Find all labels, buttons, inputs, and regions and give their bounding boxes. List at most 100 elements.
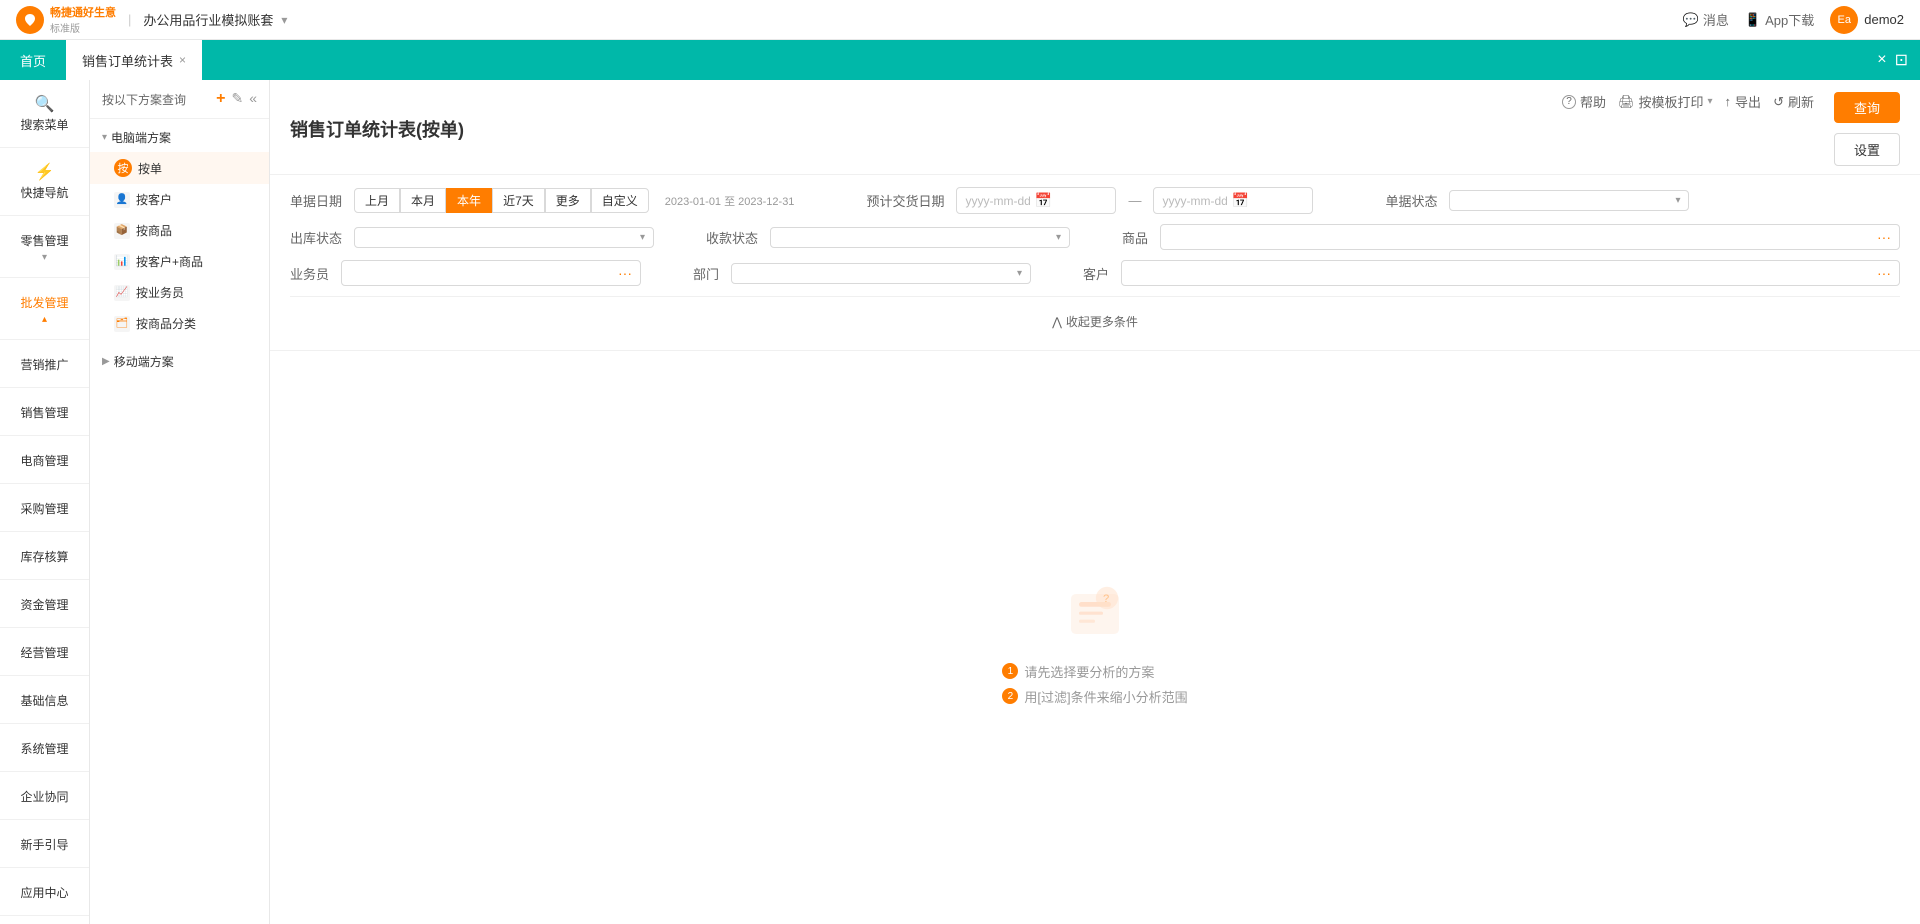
logo-area: 畅捷通好生意 标准版 [16, 4, 116, 35]
date-placeholder-1: yyyy-mm-dd [965, 194, 1030, 208]
set-button[interactable]: 设置 [1834, 133, 1900, 166]
sidebar-item-operations[interactable]: 经营管理 [0, 628, 89, 676]
content-area: 按以下方案查询 + ✎ « ▾ 电脑端方案 按 按单 👤 [90, 80, 1920, 924]
app-download-icon: 📱 [1745, 12, 1761, 28]
sidebar-item-basics[interactable]: 基础信息 [0, 676, 89, 724]
department-select[interactable]: ▾ [731, 263, 1031, 284]
by-order-icon: 按 [114, 159, 132, 177]
expected-delivery-label: 预计交货日期 [866, 191, 944, 210]
goods-input[interactable]: ··· [1160, 224, 1900, 250]
this-month-btn[interactable]: 本月 [400, 188, 446, 213]
export-btn[interactable]: ↑ 导出 [1725, 92, 1762, 111]
sidebar-item-wholesale[interactable]: 批发管理 ▴ [0, 278, 89, 340]
plan-group-pc-label: 电脑端方案 [111, 129, 171, 146]
sidebar-item-newbie[interactable]: 新手引导 [0, 820, 89, 868]
custom-btn[interactable]: 自定义 [591, 188, 649, 213]
plan-item-by-product[interactable]: 📦 按商品 [90, 215, 269, 246]
plan-item-by-order[interactable]: 按 按单 [90, 152, 269, 184]
filter-row-2: 出库状态 ▾ 收款状态 ▾ 商品 ··· [290, 224, 1900, 250]
by-salesperson-label: 按业务员 [136, 284, 184, 301]
delivery-date-end[interactable]: yyyy-mm-dd 📅 [1153, 187, 1313, 214]
add-plan-btn[interactable]: + [216, 90, 225, 108]
sidebar-item-app-center[interactable]: 应用中心 [0, 868, 89, 916]
refresh-btn[interactable]: ↺ 刷新 [1773, 92, 1814, 111]
sidebar-item-finance[interactable]: 资金管理 [0, 580, 89, 628]
sidebar-item-marketing[interactable]: 营销推广 [0, 340, 89, 388]
user-area[interactable]: Ea demo2 [1830, 6, 1904, 34]
last-7-days-btn[interactable]: 近7天 [492, 188, 545, 213]
status-dropdown-arrow: ▾ [1675, 195, 1680, 206]
pay-status-label: 收款状态 [706, 228, 758, 247]
filter-row-1: 单据日期 上月 本月 本年 近7天 更多 自定义 2023-01-01 至 20… [290, 187, 1900, 214]
help-icon: ? [1562, 95, 1576, 109]
message-btn[interactable]: 💬 消息 [1683, 10, 1729, 29]
sidebar-item-retail[interactable]: 零售管理 ▾ [0, 216, 89, 278]
empty-tip-1: 1 请先选择要分析的方案 [1002, 662, 1187, 681]
left-panel-actions: + ✎ « [216, 90, 257, 108]
status-select[interactable]: ▾ [1449, 190, 1689, 211]
window-close-icon[interactable]: × [1877, 51, 1886, 69]
collapse-row: ⋀ 收起更多条件 [290, 296, 1900, 338]
sidebar-item-ecommerce[interactable]: 电商管理 [0, 436, 89, 484]
window-maximize-icon[interactable]: ⊡ [1895, 50, 1908, 70]
sidebar-item-inventory[interactable]: 库存核算 [0, 532, 89, 580]
last-month-btn[interactable]: 上月 [354, 188, 400, 213]
date-btns: 上月 本月 本年 近7天 更多 自定义 [354, 188, 649, 213]
group-expand-arrow: ▾ [102, 132, 107, 143]
ship-status-select[interactable]: ▾ [354, 227, 654, 248]
edit-plan-btn[interactable]: ✎ [231, 90, 243, 108]
pay-status-arrow: ▾ [1056, 232, 1061, 243]
sidebar-item-enterprise[interactable]: 企业协同 [0, 772, 89, 820]
plan-item-by-customer-product[interactable]: 📊 按客户+商品 [90, 246, 269, 277]
help-btn[interactable]: ? 帮助 [1562, 92, 1606, 111]
left-panel: 按以下方案查询 + ✎ « ▾ 电脑端方案 按 按单 👤 [90, 80, 270, 924]
plan-group-mobile-header[interactable]: ▶ 移动端方案 [90, 347, 269, 376]
by-customer-product-label: 按客户+商品 [136, 253, 203, 270]
sidebar-item-quick-nav[interactable]: ⚡ 快捷导航 [0, 148, 89, 216]
sidebar-item-search-menu[interactable]: 🔍 搜索菜单 [0, 80, 89, 148]
plan-group-mobile: ▶ 移动端方案 [90, 343, 269, 380]
sidebar-item-system[interactable]: 系统管理 [0, 724, 89, 772]
plan-item-by-salesperson[interactable]: 📈 按业务员 [90, 277, 269, 308]
plan-group-pc: ▾ 电脑端方案 按 按单 👤 按客户 📦 按商品 📊 按客户+ [90, 119, 269, 343]
sidebar-item-purchase[interactable]: 采购管理 [0, 484, 89, 532]
customer-input[interactable]: ··· [1121, 260, 1900, 286]
tab-home[interactable]: 首页 [0, 40, 66, 80]
pay-status-select[interactable]: ▾ [770, 227, 1070, 248]
filter-area: 单据日期 上月 本月 本年 近7天 更多 自定义 2023-01-01 至 20… [270, 175, 1920, 351]
salesperson-ellipsis-btn[interactable]: ··· [618, 265, 632, 281]
salesperson-input[interactable]: ··· [341, 260, 641, 286]
customer-ellipsis-btn[interactable]: ··· [1877, 265, 1891, 281]
query-button[interactable]: 查询 [1834, 92, 1900, 123]
goods-ellipsis-btn[interactable]: ··· [1877, 229, 1891, 245]
calendar-icon-1: 📅 [1035, 192, 1052, 209]
collapse-up-arrow: ⋀ [1052, 315, 1062, 329]
plan-item-by-product-category[interactable]: 🗂 按商品分类 [90, 308, 269, 339]
this-year-btn[interactable]: 本年 [446, 188, 492, 213]
plan-item-by-customer[interactable]: 👤 按客户 [90, 184, 269, 215]
collapse-btn[interactable]: ⋀ 收起更多条件 [290, 305, 1900, 338]
more-btn[interactable]: 更多 [545, 188, 591, 213]
tab-active[interactable]: 销售订单统计表 × [66, 40, 202, 80]
date-placeholder-2: yyyy-mm-dd [1162, 194, 1227, 208]
collapse-panel-btn[interactable]: « [249, 90, 257, 108]
page-actions-area: ? 帮助 🖨 按模板打印 ▾ ↑ 导出 ↺ [1562, 92, 1900, 166]
left-panel-header: 按以下方案查询 + ✎ « [90, 80, 269, 119]
delivery-date-start[interactable]: yyyy-mm-dd 📅 [956, 187, 1116, 214]
print-icon: 🖨 [1618, 94, 1635, 110]
filter-row-3: 业务员 ··· 部门 ▾ 客户 ··· [290, 260, 1900, 286]
svg-text:?: ? [1103, 593, 1109, 605]
tab-close-btn[interactable]: × [179, 53, 186, 67]
sidebar-item-sales-mgmt[interactable]: 销售管理 [0, 388, 89, 436]
tip-num-2: 2 [1002, 688, 1018, 704]
by-order-label: 按单 [138, 160, 162, 177]
dropdown-icon[interactable]: ▾ [281, 13, 287, 27]
username: demo2 [1864, 12, 1904, 27]
sidebar-item-enterprise-wechat[interactable]: 企业微信 [0, 916, 89, 924]
app-download-btn[interactable]: 📱 App下载 [1745, 10, 1814, 29]
sidebar: 🔍 搜索菜单 ⚡ 快捷导航 零售管理 ▾ 批发管理 ▴ 营销推广 销售管理 电商… [0, 80, 90, 924]
refresh-icon: ↺ [1773, 94, 1784, 110]
plan-group-mobile-label: 移动端方案 [114, 353, 174, 370]
plan-group-pc-header[interactable]: ▾ 电脑端方案 [90, 123, 269, 152]
template-print-btn[interactable]: 🖨 按模板打印 ▾ [1618, 92, 1713, 111]
